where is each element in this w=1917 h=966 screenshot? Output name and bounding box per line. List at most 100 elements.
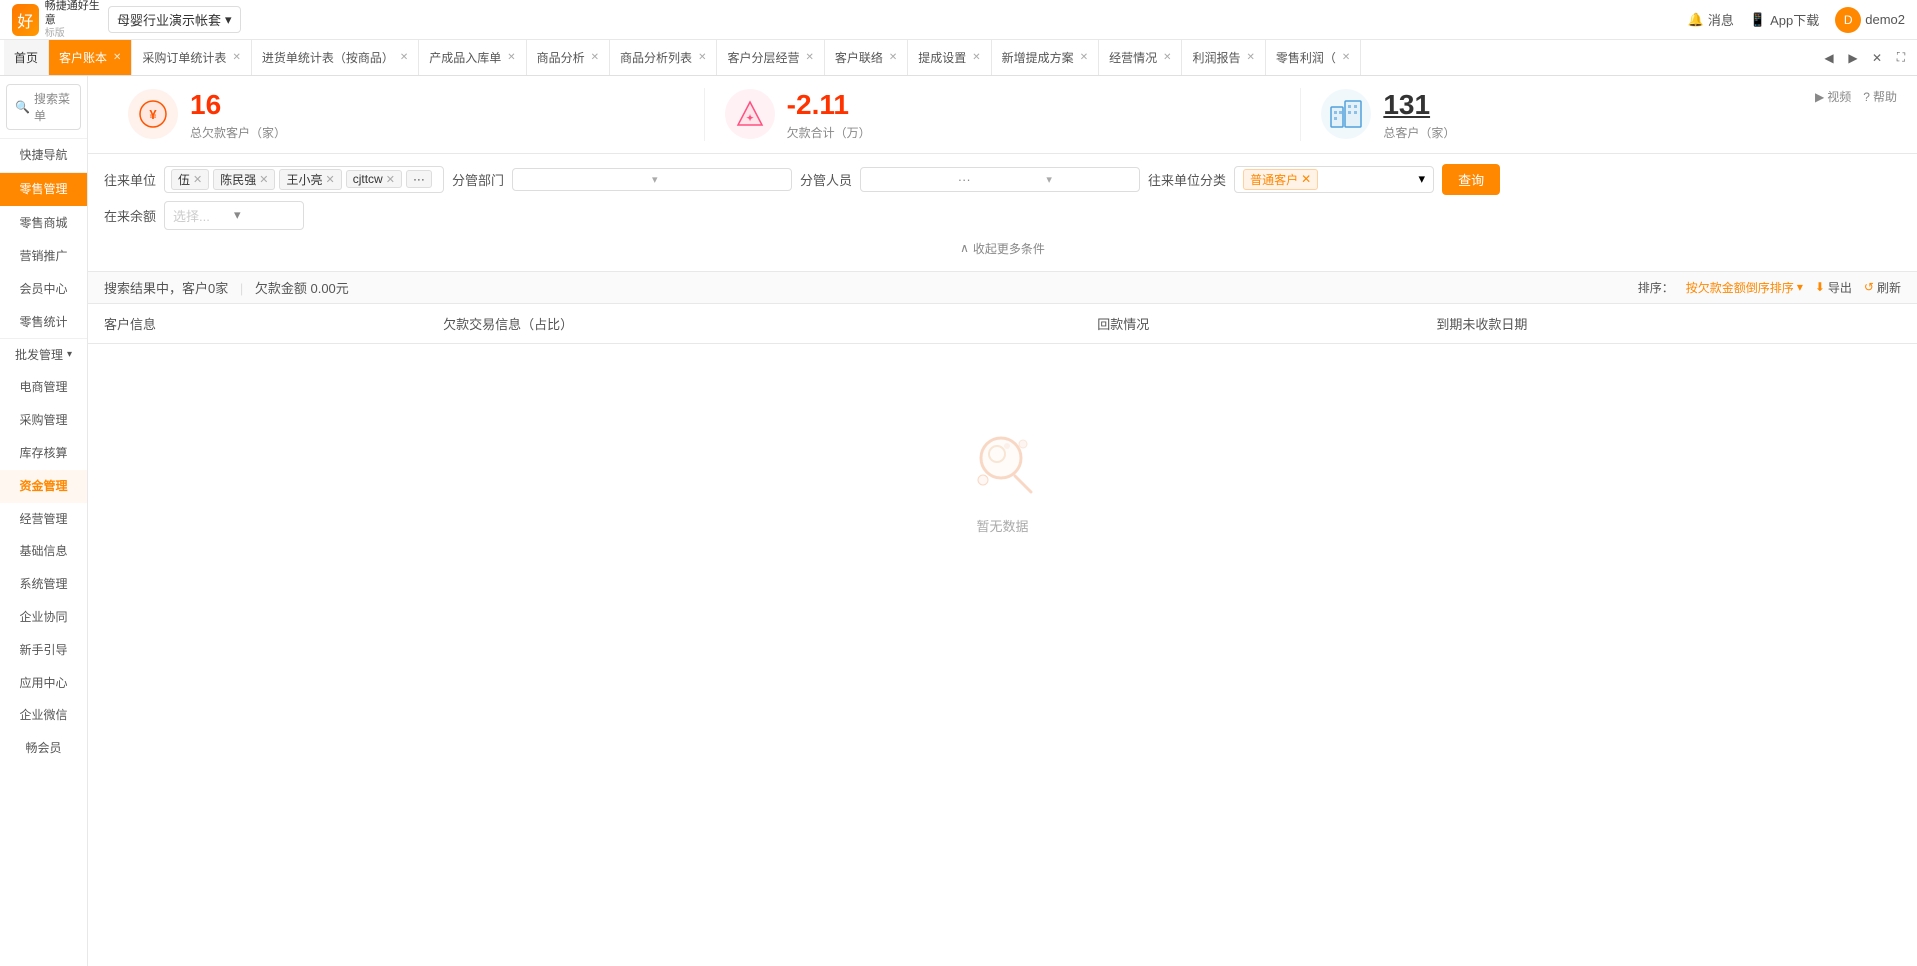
balance-select[interactable]: 选择... ▾ bbox=[164, 201, 304, 230]
export-icon: ⬇ bbox=[1815, 280, 1825, 294]
video-btn[interactable]: ▶ 视频 bbox=[1815, 88, 1851, 105]
sort-label: 排序： bbox=[1638, 279, 1674, 296]
remove-category-tag[interactable]: ✕ bbox=[1301, 172, 1311, 186]
close-icon[interactable]: ✕ bbox=[400, 52, 408, 63]
close-icon[interactable]: ✕ bbox=[113, 52, 121, 63]
tab-cost-inbound[interactable]: 产成品入库单 ✕ bbox=[419, 40, 526, 76]
sidebar-item-capital[interactable]: 资金管理 bbox=[0, 470, 87, 503]
content-area: ¥ 16 总欠款客户（家） ✦ -2.11 欠款合计 bbox=[88, 76, 1917, 966]
account-selector[interactable]: 母婴行业演示帐套 ▾ bbox=[108, 6, 241, 33]
tab-home[interactable]: 首页 bbox=[4, 40, 49, 76]
top-bar: 好 畅捷通好生意 标版 母婴行业演示帐套 ▾ 🔔 消息 📱 App下载 D de… bbox=[0, 0, 1917, 40]
tab-fullscreen-btn[interactable]: ⛶ bbox=[1889, 46, 1913, 70]
close-icon[interactable]: ✕ bbox=[972, 52, 980, 63]
stat-debt-amount: ✦ -2.11 欠款合计（万） bbox=[704, 88, 1301, 141]
sidebar-item-purchase[interactable]: 采购管理 bbox=[0, 404, 87, 437]
close-icon[interactable]: ✕ bbox=[805, 52, 813, 63]
search-icon: 🔍 bbox=[15, 100, 30, 114]
tab-profit-report[interactable]: 利润报告 ✕ bbox=[1182, 40, 1265, 76]
tab-inbound-stats[interactable]: 进货单统计表（按商品） ✕ bbox=[252, 40, 419, 76]
close-icon[interactable]: ✕ bbox=[1163, 52, 1171, 63]
tab-close-all-btn[interactable]: ✕ bbox=[1865, 46, 1889, 70]
category-dropdown[interactable]: 普通客户 ✕ ▾ bbox=[1234, 166, 1434, 193]
customer-unit-tag-group[interactable]: 伍 ✕ 陈民强 ✕ 王小亮 ✕ cjttcw ✕ ··· bbox=[164, 166, 444, 193]
close-icon[interactable]: ✕ bbox=[1247, 52, 1255, 63]
tab-next-btn[interactable]: ▶ bbox=[1841, 46, 1865, 70]
export-btn[interactable]: ⬇ 导出 bbox=[1815, 279, 1852, 296]
stat-total-customers-info: 131 总客户（家） bbox=[1383, 88, 1455, 141]
tab-new-promotion[interactable]: 新增提成方案 ✕ bbox=[992, 40, 1099, 76]
filter-tag-ws[interactable]: 伍 ✕ bbox=[171, 169, 209, 190]
sidebar-item-quick-nav[interactable]: 快捷导航 bbox=[0, 139, 87, 173]
remove-tag-wxl[interactable]: ✕ bbox=[326, 173, 335, 186]
sidebar-item-batch-mgmt[interactable]: 批发管理 ▾ bbox=[0, 339, 87, 372]
debt-amount-icon: ✦ bbox=[725, 89, 775, 139]
sidebar-section-retail: 零售管理 零售商城 营销推广 会员中心 零售统计 bbox=[0, 173, 87, 339]
dept-dropdown[interactable]: ▾ bbox=[512, 168, 792, 191]
collapse-btn[interactable]: ∧ 收起更多条件 bbox=[952, 236, 1053, 261]
app-download-btn[interactable]: 📱 App下载 bbox=[1750, 10, 1819, 29]
tab-promotion-settings[interactable]: 提成设置 ✕ bbox=[908, 40, 991, 76]
stat-debt-amount-label: 欠款合计（万） bbox=[787, 124, 871, 141]
more-tags-btn[interactable]: ··· bbox=[406, 170, 432, 188]
sidebar-item-basic-info[interactable]: 基础信息 bbox=[0, 535, 87, 568]
avatar: D bbox=[1835, 7, 1861, 33]
sidebar-item-app-center[interactable]: 应用中心 bbox=[0, 667, 87, 700]
sidebar-item-marketing[interactable]: 营销推广 bbox=[0, 239, 87, 272]
category-selected-tag: 普通客户 ✕ bbox=[1243, 169, 1318, 190]
close-icon[interactable]: ✕ bbox=[889, 52, 897, 63]
close-icon[interactable]: ✕ bbox=[232, 52, 240, 63]
close-icon[interactable]: ✕ bbox=[1342, 52, 1350, 63]
query-button[interactable]: 查询 bbox=[1442, 164, 1500, 195]
messages-btn[interactable]: 🔔 消息 bbox=[1688, 10, 1734, 29]
tab-product-analysis-list[interactable]: 商品分析列表 ✕ bbox=[610, 40, 717, 76]
sidebar-item-retail-mall[interactable]: 零售商城 bbox=[0, 206, 87, 239]
remove-tag-cjttcw[interactable]: ✕ bbox=[386, 173, 395, 186]
dept-dropdown-arrow: ▾ bbox=[652, 173, 783, 186]
top-bar-right: 🔔 消息 📱 App下载 D demo2 bbox=[1688, 7, 1905, 33]
close-icon[interactable]: ✕ bbox=[1080, 52, 1088, 63]
sidebar-item-ops[interactable]: 经营管理 bbox=[0, 503, 87, 536]
sidebar-item-enterprise-collab[interactable]: 企业协同 bbox=[0, 601, 87, 634]
tab-operations[interactable]: 经营情况 ✕ bbox=[1099, 40, 1182, 76]
filter-tag-wxl[interactable]: 王小亮 ✕ bbox=[279, 169, 341, 190]
close-icon[interactable]: ✕ bbox=[507, 52, 515, 63]
bell-icon: 🔔 bbox=[1688, 12, 1704, 28]
sidebar-item-ecommerce[interactable]: 电商管理 bbox=[0, 371, 87, 404]
refresh-btn[interactable]: ↺ 刷新 bbox=[1864, 279, 1901, 296]
help-btn[interactable]: ? 帮助 bbox=[1863, 88, 1897, 105]
tab-customer-account[interactable]: 客户账本 ✕ bbox=[49, 40, 132, 76]
table-header-row: 客户信息 欠款交易信息（占比） 回款情况 到期未收款日期 bbox=[88, 304, 1917, 344]
tab-customer-layer[interactable]: 客户分层经营 ✕ bbox=[717, 40, 824, 76]
sidebar-item-vip[interactable]: 畅会员 bbox=[0, 732, 87, 765]
tab-prev-btn[interactable]: ◀ bbox=[1817, 46, 1841, 70]
sidebar-item-retail-mgmt[interactable]: 零售管理 bbox=[0, 173, 87, 206]
col-repayment: 回款情况 bbox=[1081, 304, 1420, 344]
sidebar-item-retail-stats[interactable]: 零售统计 bbox=[0, 305, 87, 338]
remove-tag-ws[interactable]: ✕ bbox=[193, 173, 202, 186]
sidebar-item-inventory[interactable]: 库存核算 bbox=[0, 437, 87, 470]
filter-tag-cmp[interactable]: 陈民强 ✕ bbox=[213, 169, 275, 190]
person-dropdown[interactable]: ··· ▾ bbox=[860, 167, 1140, 192]
tab-customer-contact[interactable]: 客户联络 ✕ bbox=[825, 40, 908, 76]
sidebar-item-member-center[interactable]: 会员中心 bbox=[0, 272, 87, 305]
stats-bar-right-actions: ▶ 视频 ? 帮助 bbox=[1815, 88, 1897, 105]
sidebar-item-new-guide[interactable]: 新手引导 bbox=[0, 634, 87, 667]
filter-tag-cjttcw[interactable]: cjttcw ✕ bbox=[346, 170, 402, 188]
person-label: 分管人员 bbox=[800, 170, 852, 189]
sidebar-item-enterprise-wechat[interactable]: 企业微信 bbox=[0, 699, 87, 732]
filter-row-1: 往来单位 伍 ✕ 陈民强 ✕ 王小亮 ✕ cjttcw bbox=[104, 164, 1901, 195]
search-menu-btn[interactable]: 🔍 搜索菜单 bbox=[6, 84, 81, 130]
results-info: 搜索结果中，客户0家 | 欠款金额 0.00元 bbox=[104, 278, 349, 297]
logo-icon: 好 bbox=[12, 4, 39, 36]
close-icon[interactable]: ✕ bbox=[591, 52, 599, 63]
tab-retail-profit[interactable]: 零售利润（ ✕ bbox=[1266, 40, 1361, 76]
remove-tag-cmp[interactable]: ✕ bbox=[259, 173, 268, 186]
tab-purchase-order[interactable]: 采购订单统计表 ✕ bbox=[132, 40, 251, 76]
sidebar-item-system[interactable]: 系统管理 bbox=[0, 568, 87, 601]
sort-select[interactable]: 按欠款金额倒序排序 ▾ bbox=[1686, 279, 1803, 296]
person-more-btn[interactable]: ··· bbox=[954, 172, 1047, 187]
close-icon[interactable]: ✕ bbox=[698, 52, 706, 63]
tab-product-analysis[interactable]: 商品分析 ✕ bbox=[527, 40, 610, 76]
user-area[interactable]: D demo2 bbox=[1835, 7, 1905, 33]
